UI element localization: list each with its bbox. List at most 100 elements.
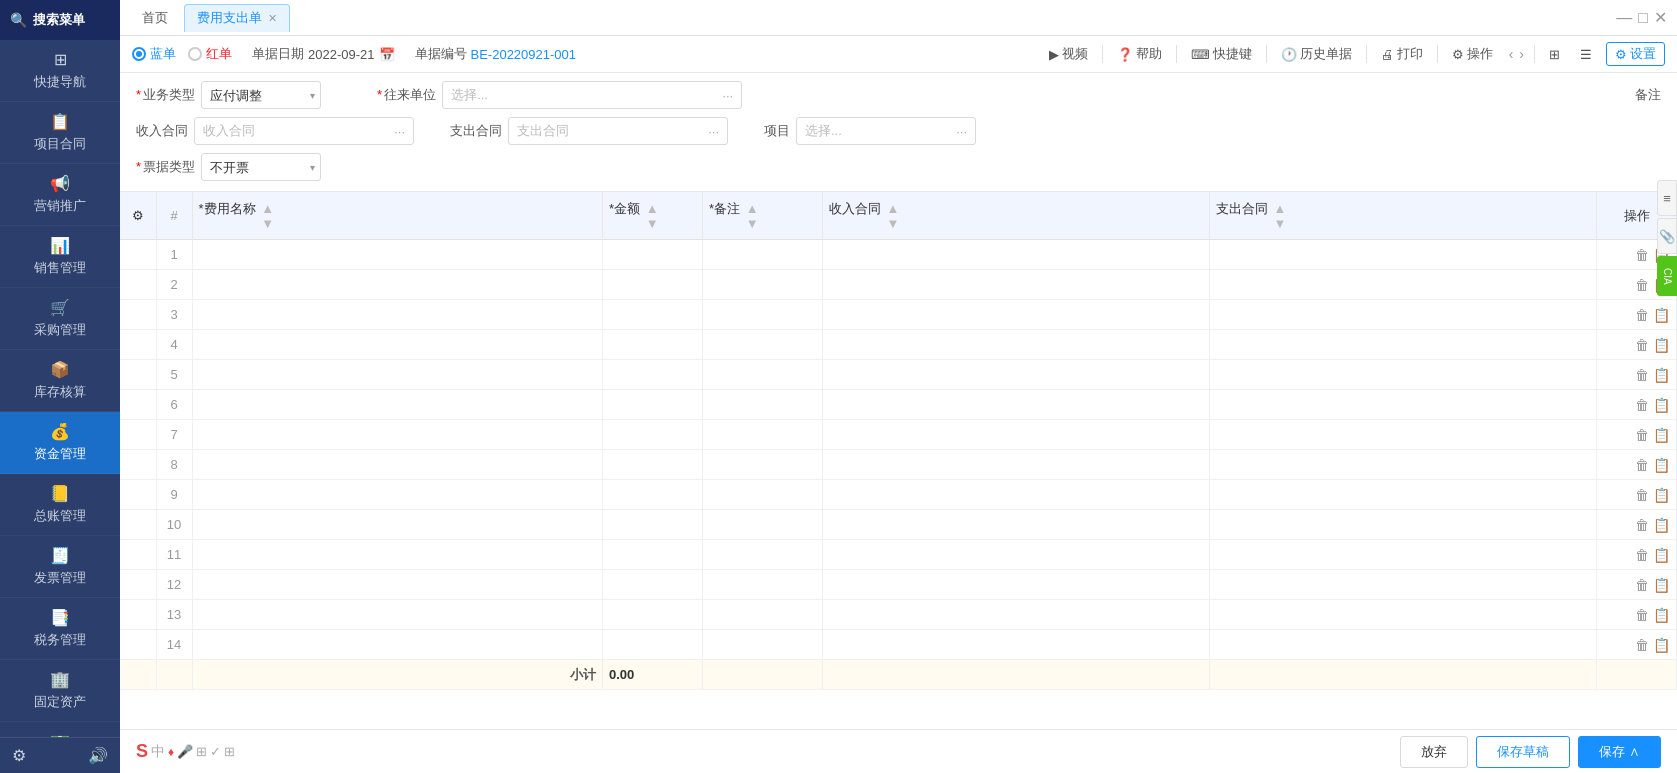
expense-contract-col-header[interactable]: 支出合同 ▲▼ <box>1209 192 1596 240</box>
tab-home[interactable]: 首页 <box>130 4 180 32</box>
sidebar-item-ledger[interactable]: 📒 总账管理 <box>0 474 120 536</box>
note-cell[interactable] <box>702 630 822 660</box>
partner-ellipsis[interactable]: ··· <box>722 88 733 103</box>
delete-row-icon[interactable]: 🗑 <box>1635 607 1649 623</box>
expense-name-cell[interactable] <box>192 450 602 480</box>
delete-row-icon[interactable]: 🗑 <box>1635 307 1649 323</box>
amount-cell[interactable] <box>602 240 702 270</box>
amount-cell[interactable] <box>602 600 702 630</box>
income-contract-cell[interactable] <box>822 570 1209 600</box>
biz-type-select-wrapper[interactable]: 应付调整 ▾ <box>201 81 321 109</box>
save-button[interactable]: 保存 ∧ <box>1578 736 1661 768</box>
window-maximize-icon[interactable]: □ <box>1638 9 1648 27</box>
right-icon-2[interactable]: 📎 <box>1657 218 1677 254</box>
amount-cell[interactable] <box>602 420 702 450</box>
doc-number-value[interactable]: BE-20220921-001 <box>471 47 577 62</box>
note-col-header[interactable]: *备注 ▲▼ <box>702 192 822 240</box>
amount-cell[interactable] <box>602 450 702 480</box>
note-cell[interactable] <box>702 360 822 390</box>
note-cell[interactable] <box>702 570 822 600</box>
expense-name-cell[interactable] <box>192 390 602 420</box>
expense-contract-cell[interactable] <box>1209 540 1596 570</box>
expense-contract-cell[interactable] <box>1209 600 1596 630</box>
date-value[interactable]: 2022-09-21 <box>308 47 375 62</box>
sidebar-item-sales[interactable]: 📊 销售管理 <box>0 226 120 288</box>
note-cell[interactable] <box>702 600 822 630</box>
delete-row-icon[interactable]: 🗑 <box>1635 547 1649 563</box>
note-cell[interactable] <box>702 480 822 510</box>
expense-name-cell[interactable] <box>192 630 602 660</box>
settings-col-header[interactable]: ⚙ <box>120 192 156 240</box>
delete-row-icon[interactable]: 🗑 <box>1635 517 1649 533</box>
income-contract-cell[interactable] <box>822 420 1209 450</box>
amount-cell[interactable] <box>602 510 702 540</box>
expense-contract-cell[interactable] <box>1209 390 1596 420</box>
amount-cell[interactable] <box>602 570 702 600</box>
invoice-type-select[interactable]: 不开票 <box>201 153 321 181</box>
set-button[interactable]: ⚙ 设置 <box>1606 42 1665 66</box>
delete-row-icon[interactable]: 🗑 <box>1635 577 1649 593</box>
note-cell[interactable] <box>702 420 822 450</box>
tab-close-icon[interactable]: ✕ <box>268 12 277 25</box>
red-doc-radio[interactable]: 红单 <box>188 45 232 63</box>
delete-row-icon[interactable]: 🗑 <box>1635 427 1649 443</box>
income-contract-cell[interactable] <box>822 510 1209 540</box>
copy-row-icon[interactable]: 📋 <box>1653 367 1670 383</box>
delete-row-icon[interactable]: 🗑 <box>1635 367 1649 383</box>
amount-col-header[interactable]: *金额 ▲▼ <box>602 192 702 240</box>
amount-cell[interactable] <box>602 480 702 510</box>
sidebar-item-capital[interactable]: 💰 资金管理 <box>0 412 120 474</box>
expense-name-cell[interactable] <box>192 600 602 630</box>
sidebar-item-salary[interactable]: 💵 工资 <box>0 722 120 737</box>
window-minimize-icon[interactable]: — <box>1616 9 1632 27</box>
tab-expense[interactable]: 费用支出单 ✕ <box>184 4 290 32</box>
delete-row-icon[interactable]: 🗑 <box>1635 457 1649 473</box>
expense-contract-cell[interactable] <box>1209 630 1596 660</box>
income-contract-cell[interactable] <box>822 270 1209 300</box>
copy-row-icon[interactable]: 📋 <box>1653 487 1670 503</box>
copy-row-icon[interactable]: 📋 <box>1653 607 1670 623</box>
sidebar-item-inventory[interactable]: 📦 库存核算 <box>0 350 120 412</box>
calendar-icon[interactable]: 📅 <box>379 47 395 62</box>
delete-row-icon[interactable]: 🗑 <box>1635 487 1649 503</box>
note-cell[interactable] <box>702 540 822 570</box>
prev-arrow[interactable]: ‹ <box>1507 44 1516 64</box>
expense-contract-cell[interactable] <box>1209 270 1596 300</box>
sidebar-header[interactable]: 🔍 搜索菜单 <box>0 0 120 40</box>
copy-row-icon[interactable]: 📋 <box>1653 337 1670 353</box>
expense-name-cell[interactable] <box>192 360 602 390</box>
actions-button[interactable]: ⚙ 操作 <box>1446 43 1499 65</box>
expense-ellipsis[interactable]: ··· <box>708 124 719 139</box>
expense-contract-cell[interactable] <box>1209 360 1596 390</box>
print-button[interactable]: 🖨 打印 <box>1375 43 1429 65</box>
expense-name-cell[interactable] <box>192 510 602 540</box>
note-cell[interactable] <box>702 240 822 270</box>
expense-name-col-header[interactable]: *费用名称 ▲▼ <box>192 192 602 240</box>
copy-row-icon[interactable]: 📋 <box>1653 517 1670 533</box>
sidebar-item-project[interactable]: 📋 项目合同 <box>0 102 120 164</box>
delete-row-icon[interactable]: 🗑 <box>1635 397 1649 413</box>
income-contract-cell[interactable] <box>822 330 1209 360</box>
project-ellipsis[interactable]: ··· <box>956 124 967 139</box>
expense-name-cell[interactable] <box>192 480 602 510</box>
biz-type-select[interactable]: 应付调整 <box>201 81 321 109</box>
income-contract-cell[interactable] <box>822 540 1209 570</box>
delete-row-icon[interactable]: 🗑 <box>1635 637 1649 653</box>
sidebar-item-marketing[interactable]: 📢 营销推广 <box>0 164 120 226</box>
expense-contract-cell[interactable] <box>1209 480 1596 510</box>
expense-name-cell[interactable] <box>192 420 602 450</box>
copy-row-icon[interactable]: 📋 <box>1653 457 1670 473</box>
expense-name-cell[interactable] <box>192 300 602 330</box>
project-input[interactable]: 选择... ··· <box>796 117 976 145</box>
sidebar-item-fixed-assets[interactable]: 🏢 固定资产 <box>0 660 120 722</box>
note-cell[interactable] <box>702 300 822 330</box>
blue-doc-radio[interactable]: 蓝单 <box>132 45 176 63</box>
note-cell[interactable] <box>702 390 822 420</box>
expense-name-cell[interactable] <box>192 270 602 300</box>
income-contract-cell[interactable] <box>822 390 1209 420</box>
expense-contract-cell[interactable] <box>1209 420 1596 450</box>
sidebar-item-purchase[interactable]: 🛒 采购管理 <box>0 288 120 350</box>
income-contract-cell[interactable] <box>822 450 1209 480</box>
note-cell[interactable] <box>702 270 822 300</box>
partner-input[interactable]: 选择... ··· <box>442 81 742 109</box>
